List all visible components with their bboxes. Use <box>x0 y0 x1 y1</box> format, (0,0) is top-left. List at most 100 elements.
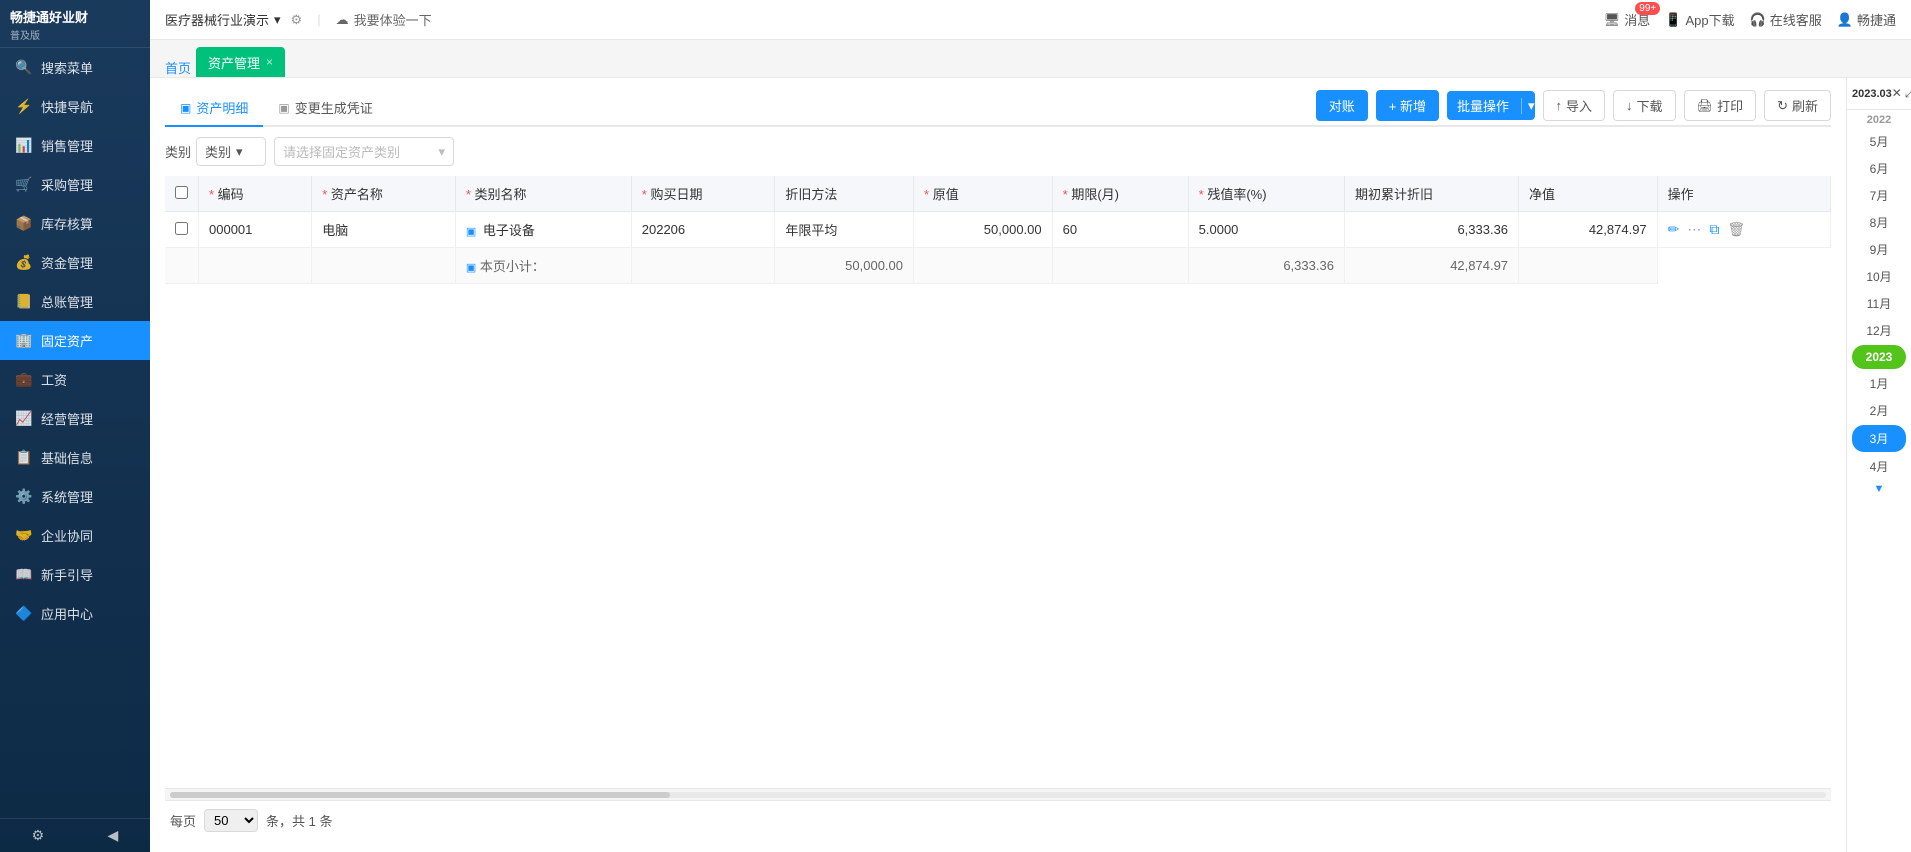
more-button[interactable]: ⋯ <box>1687 221 1701 238</box>
subtotal-icon: ▣ <box>466 262 476 274</box>
cal-month-jun[interactable]: 6月 <box>1847 155 1911 182</box>
topbar-right: 🖥 消息 99+ 📱 App下载 🎧 在线客服 👤 畅捷通 <box>1604 10 1896 29</box>
col-code: 编码 <box>199 176 312 212</box>
subtotal-empty-1 <box>165 248 199 284</box>
import-button[interactable]: ↑ 导入 <box>1543 90 1606 121</box>
cal-month-jul[interactable]: 7月 <box>1847 182 1911 209</box>
app-download-button[interactable]: 📱 App下载 <box>1665 10 1734 29</box>
change-voucher-icon: ▣ <box>278 101 289 115</box>
row-checkbox[interactable] <box>175 222 188 235</box>
tab-home[interactable]: 首页 <box>165 58 191 77</box>
download-button[interactable]: ↓ 下载 <box>1613 90 1676 121</box>
cal-month-nov[interactable]: 11月 <box>1847 290 1911 317</box>
asset-table: 编码 资产名称 类别名称 购买日期 <box>165 176 1831 284</box>
sub-tab-label: 资产明细 <box>196 98 248 117</box>
category-type-select[interactable]: 请选择固定资产类别 ▾ <box>274 137 454 166</box>
inventory-icon: 📦 <box>15 215 33 232</box>
batch-operation-button[interactable]: 批量操作 ▾ <box>1447 91 1535 120</box>
sidebar-item-capital[interactable]: 💰 资金管理 <box>0 243 150 282</box>
cal-month-mar[interactable]: 3月 <box>1852 425 1906 452</box>
select-all-checkbox[interactable] <box>175 186 188 199</box>
settings-icon[interactable]: ⚙ <box>291 12 303 28</box>
tab-asset-management[interactable]: 资产管理 × <box>196 47 285 77</box>
sidebar-item-payroll[interactable]: 💼 工资 <box>0 360 150 399</box>
asset-table-wrapper: 编码 资产名称 类别名称 购买日期 <box>165 176 1831 788</box>
sidebar-item-enterprise[interactable]: 🤝 企业协同 <box>0 516 150 555</box>
calendar-expand-link[interactable]: ▼ <box>1847 480 1911 498</box>
subtotal-accumulated: 6,333.36 <box>1188 248 1344 284</box>
sidebar-item-inventory[interactable]: 📦 库存核算 <box>0 204 150 243</box>
batch-dropdown-icon[interactable]: ▾ <box>1521 98 1535 114</box>
year-2023-badge: 2023 <box>1852 345 1906 369</box>
sub-tab-change-voucher[interactable]: ▣ 变更生成凭证 <box>263 90 387 127</box>
batch-label: 批量操作 <box>1447 96 1519 115</box>
horizontal-scrollbar[interactable] <box>165 788 1831 800</box>
sidebar-item-search[interactable]: 🔍 搜索菜单 <box>0 48 150 87</box>
user-profile-button[interactable]: 👤 畅捷通 <box>1837 10 1896 29</box>
search-icon: 🔍 <box>15 59 33 76</box>
print-button[interactable]: 🖨 打印 <box>1684 90 1757 121</box>
cell-net-value: 42,874.97 <box>1519 212 1658 248</box>
customer-service-button[interactable]: 🎧 在线客服 <box>1750 10 1822 29</box>
calendar-close-button[interactable]: ✕ <box>1892 86 1902 101</box>
sidebar-item-sales[interactable]: 📊 销售管理 <box>0 126 150 165</box>
cal-month-sep[interactable]: 9月 <box>1847 236 1911 263</box>
sidebar-item-operations[interactable]: 📈 经营管理 <box>0 399 150 438</box>
new-button[interactable]: + 新增 <box>1376 90 1439 121</box>
calendar-expand-button[interactable]: ⤢ <box>1905 86 1911 101</box>
tab-close-button[interactable]: × <box>266 55 273 69</box>
category-select[interactable]: 类别 ▾ <box>196 137 266 166</box>
calendar-header: 2023.03 ✕ ⤢ <box>1847 78 1911 110</box>
cal-month-apr[interactable]: 4月 <box>1847 453 1911 480</box>
col-original-value: 原值 <box>914 176 1053 212</box>
experience-button[interactable]: ☁ 我要体验一下 <box>336 10 432 29</box>
cal-month-may[interactable]: 5月 <box>1847 128 1911 155</box>
sidebar-item-ledger[interactable]: 📒 总账管理 <box>0 282 150 321</box>
subtotal-empty-2 <box>199 248 312 284</box>
sidebar-item-purchase[interactable]: 🛒 采购管理 <box>0 165 150 204</box>
topbar-divider: | <box>317 12 320 27</box>
sidebar-item-label: 经营管理 <box>41 409 93 428</box>
download-label: 下载 <box>1637 96 1663 115</box>
refresh-icon: ↻ <box>1777 98 1788 114</box>
workspace-selector[interactable]: 医疗器械行业演示 ▾ <box>165 10 281 29</box>
message-badge: 99+ <box>1635 2 1660 15</box>
message-button[interactable]: 🖥 消息 99+ <box>1604 10 1651 29</box>
sidebar-item-fixed-assets[interactable]: 🏢 固定资产 <box>0 321 150 360</box>
col-action-label: 操作 <box>1668 187 1694 202</box>
mobile-icon: 📱 <box>1665 12 1681 28</box>
collapse-button[interactable]: ◀ <box>108 827 119 844</box>
cal-month-jan[interactable]: 1月 <box>1847 370 1911 397</box>
select-all-column <box>165 176 199 212</box>
sidebar-item-guide[interactable]: 📖 新手引导 <box>0 555 150 594</box>
main-panel: ▣ 资产明细 ▣ 变更生成凭证 对账 + 新增 批量操作 ▾ ↑ <box>150 78 1846 852</box>
action-buttons: ✏ ⋯ ⧉ 🗑 <box>1668 221 1820 238</box>
category-filter: 类别 类别 ▾ <box>165 137 266 166</box>
content-area: ▣ 资产明细 ▣ 变更生成凭证 对账 + 新增 批量操作 ▾ ↑ <box>150 78 1911 852</box>
edit-button[interactable]: ✏ <box>1668 221 1680 238</box>
sidebar-item-basic-info[interactable]: 📋 基础信息 <box>0 438 150 477</box>
sidebar-item-quick-nav[interactable]: ⚡ 快捷导航 <box>0 87 150 126</box>
sub-tab-asset-detail[interactable]: ▣ 资产明细 <box>165 90 263 127</box>
col-original-value-label: 原值 <box>933 187 959 202</box>
cal-month-feb[interactable]: 2月 <box>1847 397 1911 424</box>
sidebar-item-app-center[interactable]: 🔷 应用中心 <box>0 594 150 633</box>
cal-month-oct[interactable]: 10月 <box>1847 263 1911 290</box>
per-page-select[interactable]: 50 100 200 <box>204 809 258 832</box>
reconcile-button[interactable]: 对账 <box>1316 90 1368 121</box>
sidebar-logo: 畅捷通好业财 普及版 <box>0 0 150 48</box>
download-icon: ↓ <box>1626 98 1633 113</box>
cal-month-aug[interactable]: 8月 <box>1847 209 1911 236</box>
col-name: 资产名称 <box>312 176 456 212</box>
subtotal-empty-7 <box>1519 248 1658 284</box>
refresh-button[interactable]: ↻ 刷新 <box>1764 90 1831 121</box>
cal-month-dec[interactable]: 12月 <box>1847 317 1911 344</box>
col-net-value-label: 净值 <box>1529 187 1555 202</box>
settings-button[interactable]: ⚙ <box>32 827 45 844</box>
sidebar-item-system[interactable]: ⚙️ 系统管理 <box>0 477 150 516</box>
copy-button[interactable]: ⧉ <box>1709 221 1719 238</box>
delete-button[interactable]: 🗑 <box>1727 221 1745 238</box>
sidebar-item-label: 企业协同 <box>41 526 93 545</box>
category-dropdown-icon: ▾ <box>236 144 243 160</box>
scrollbar-thumb[interactable] <box>170 792 670 798</box>
